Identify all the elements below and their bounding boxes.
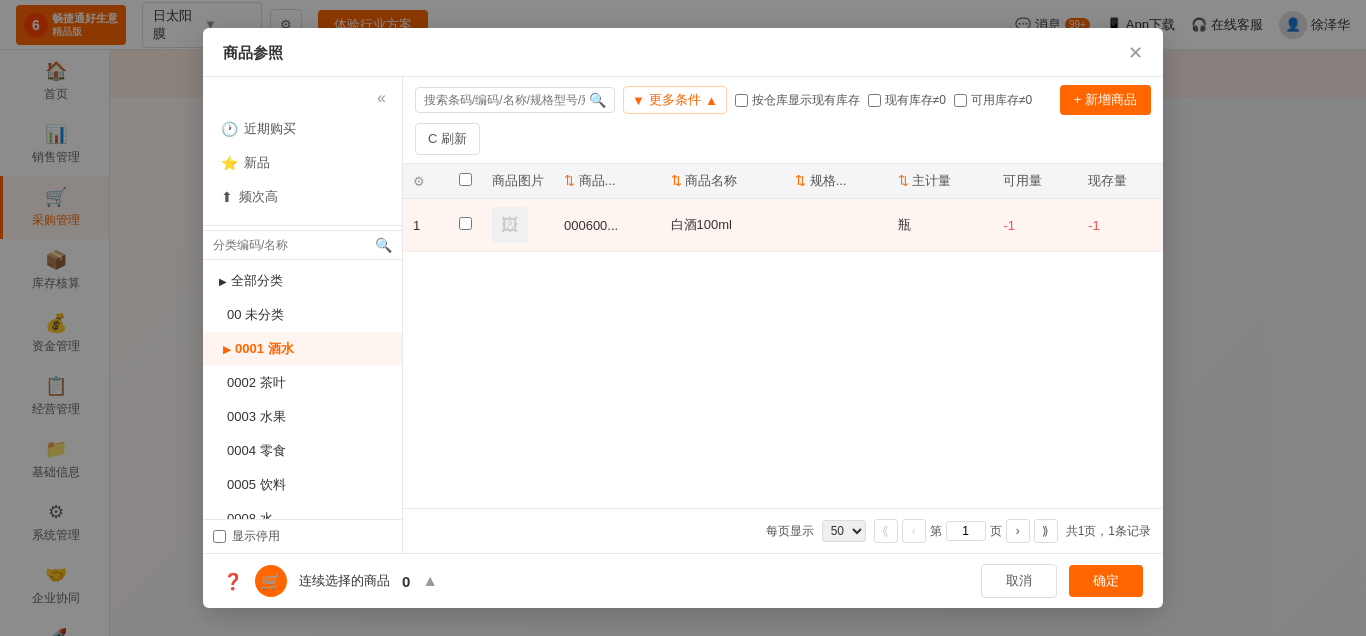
col-name[interactable]: ⇅ 商品名称	[661, 164, 785, 199]
tab-new-products[interactable]: ⭐ 新品	[211, 147, 394, 179]
row-name: 白酒100ml	[661, 199, 785, 252]
category-item-fruit[interactable]: 0003 水果	[203, 400, 402, 434]
category-search-icon[interactable]: 🔍	[375, 237, 392, 253]
category-item-beverage[interactable]: 0005 饮料	[203, 468, 402, 502]
modal-close-button[interactable]: ✕	[1128, 42, 1143, 64]
sort-icon-spec: ⇅	[795, 173, 806, 188]
col-unit[interactable]: ⇅ 主计量	[888, 164, 994, 199]
col-code[interactable]: ⇅ 商品...	[554, 164, 661, 199]
modal-title: 商品参照	[223, 44, 283, 63]
row-unit: 瓶	[888, 199, 994, 252]
page-total-info: 共1页，1条记录	[1066, 523, 1151, 540]
active-triangle-icon: ▶	[223, 344, 231, 355]
product-reference-modal: 商品参照 ✕ « 🕐 近期购买 ⭐ 新品 ⬆ 频次高	[203, 28, 1163, 608]
select-all-checkbox[interactable]	[459, 173, 472, 186]
refresh-button[interactable]: C 刷新	[415, 123, 480, 155]
collapse-left-button[interactable]: «	[369, 85, 394, 111]
tab-recent-purchase[interactable]: 🕐 近期购买	[211, 113, 394, 145]
filter-icon: ▼	[632, 93, 645, 108]
col-stock: 现存量	[1078, 164, 1163, 199]
col-image: 商品图片	[482, 164, 554, 199]
product-table-container: ⚙ 商品图片 ⇅ 商品...	[403, 164, 1163, 508]
filter-up-icon: ▲	[705, 93, 718, 108]
page-number-input[interactable]	[946, 521, 986, 541]
col-settings[interactable]: ⚙	[403, 164, 449, 199]
show-disabled-checkbox[interactable]	[213, 530, 226, 543]
sort-icon-unit: ⇅	[898, 173, 909, 188]
warehouse-display-checkbox[interactable]: 按仓库显示现有库存	[735, 92, 860, 109]
product-search-box: 🔍	[415, 87, 615, 113]
up-icon: ⬆	[221, 189, 233, 205]
row-code: 000600...	[554, 199, 661, 252]
col-available: 可用量	[993, 164, 1078, 199]
pagination: 每页显示 50 ⟪ ‹ 第 页 › ⟫ 共1页，1条记录	[403, 508, 1163, 553]
cart-button[interactable]: 🛒	[255, 565, 287, 597]
continuous-label: 连续选择的商品	[299, 572, 390, 590]
table-row[interactable]: 1 🖼 000600... 白酒100ml 瓶 -1	[403, 199, 1163, 252]
left-tabs: « 🕐 近期购买 ⭐ 新品 ⬆ 频次高	[203, 77, 402, 221]
row-checkbox[interactable]	[449, 199, 482, 252]
category-item-liquor[interactable]: ▶ 0001 酒水	[203, 332, 402, 366]
category-item-tea[interactable]: 0002 茶叶	[203, 366, 402, 400]
footer-collapse-icon[interactable]: ▲	[422, 572, 438, 590]
category-search-box: 🔍	[203, 230, 402, 260]
sort-icon-name: ⇅	[671, 173, 682, 188]
nonzero-available-checkbox[interactable]: 可用库存≠0	[954, 92, 1032, 109]
page-size-select[interactable]: 50	[822, 520, 866, 542]
col-spec[interactable]: ⇅ 规格...	[785, 164, 888, 199]
triangle-icon: ▶	[219, 276, 227, 287]
sort-icon: ⇅	[564, 173, 575, 188]
cancel-button[interactable]: 取消	[981, 564, 1057, 598]
prev-page-button[interactable]: ‹	[902, 519, 926, 543]
help-icon[interactable]: ❓	[223, 572, 243, 591]
left-panel: « 🕐 近期购买 ⭐ 新品 ⬆ 频次高 🔍	[203, 77, 403, 553]
product-thumbnail: 🖼	[492, 207, 528, 243]
star-icon: ⭐	[221, 155, 238, 171]
row-spec	[785, 199, 888, 252]
col-checkbox	[449, 164, 482, 199]
first-page-button[interactable]: ⟪	[874, 519, 898, 543]
page-nav: ⟪ ‹ 第 页 › ⟫	[874, 519, 1058, 543]
confirm-button[interactable]: 确定	[1069, 565, 1143, 597]
show-disabled-label[interactable]: 显示停用	[213, 528, 392, 545]
modal-footer: ❓ 🛒 连续选择的商品 0 ▲ 取消 确定	[203, 553, 1163, 608]
category-list: ▶ 全部分类 00 未分类 ▶ 0001 酒水 0002 茶叶 0003 水果	[203, 260, 402, 519]
row-num: 1	[403, 199, 449, 252]
modal-body: « 🕐 近期购买 ⭐ 新品 ⬆ 频次高 🔍	[203, 77, 1163, 553]
clock-icon: 🕐	[221, 121, 238, 137]
nonzero-stock-checkbox[interactable]: 现有库存≠0	[868, 92, 946, 109]
product-search-input[interactable]	[424, 93, 585, 107]
add-product-button[interactable]: + 新增商品	[1060, 85, 1151, 115]
row-available: -1	[993, 199, 1078, 252]
tab-high-frequency[interactable]: ⬆ 频次高	[211, 181, 394, 213]
category-item-snacks[interactable]: 0004 零食	[203, 434, 402, 468]
right-panel: 🔍 ▼ 更多条件 ▲ 按仓库显示现有库存 现有库存≠0 可用库存≠0	[403, 77, 1163, 553]
product-search-icon[interactable]: 🔍	[589, 92, 606, 108]
row-image: 🖼	[482, 199, 554, 252]
category-item-all[interactable]: ▶ 全部分类	[203, 264, 402, 298]
last-page-button[interactable]: ⟫	[1034, 519, 1058, 543]
product-table: ⚙ 商品图片 ⇅ 商品...	[403, 164, 1163, 252]
modal-header: 商品参照 ✕	[203, 28, 1163, 77]
continuous-count: 0	[402, 573, 410, 590]
category-item-water[interactable]: 0008 水	[203, 502, 402, 519]
category-search-input[interactable]	[213, 238, 375, 252]
panel-divider	[203, 225, 402, 226]
row-stock: -1	[1078, 199, 1163, 252]
more-filter-button[interactable]: ▼ 更多条件 ▲	[623, 86, 727, 114]
category-item-uncategorized[interactable]: 00 未分类	[203, 298, 402, 332]
left-panel-bottom: 显示停用	[203, 519, 402, 553]
next-page-button[interactable]: ›	[1006, 519, 1030, 543]
toolbar: 🔍 ▼ 更多条件 ▲ 按仓库显示现有库存 现有库存≠0 可用库存≠0	[403, 77, 1163, 164]
